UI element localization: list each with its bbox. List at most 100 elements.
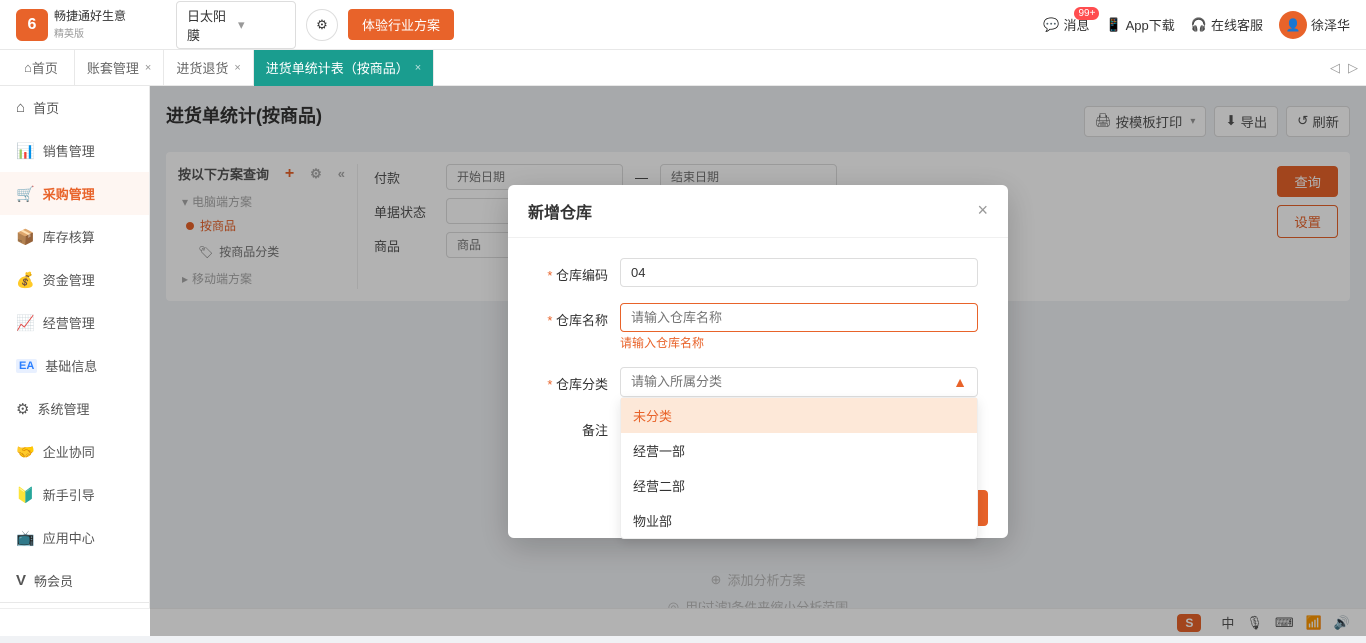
logo-text-block: 畅捷通好生意 精英版 (54, 9, 126, 40)
sidebar-home-label: 首页 (33, 98, 59, 117)
tab-purchase-return-label: 进货退货 (176, 58, 228, 77)
tab-prev-icon[interactable]: ◁ (1330, 60, 1340, 76)
sidebar-guide-label: 新手引导 (43, 485, 95, 504)
sidebar-item-purchase[interactable]: 🛒 采购管理 (0, 172, 149, 215)
user-avatar: 👤 (1279, 11, 1307, 39)
dropdown-item-ops1[interactable]: 经营一部 (621, 433, 977, 468)
finance-icon: 💰 (16, 271, 35, 289)
store-dropdown-icon (238, 17, 285, 33)
logo-area: 6 畅捷通好生意 精英版 (16, 9, 166, 41)
message-badge: 99+ (1074, 7, 1099, 20)
phone-icon: 📱 (1105, 17, 1121, 33)
sidebar-system-label: 系统管理 (37, 399, 89, 418)
warehouse-name-input[interactable] (620, 303, 978, 332)
basic-info-icon: EA (16, 359, 37, 373)
operations-icon: 📈 (16, 314, 35, 332)
settings-button[interactable]: ⚙ (306, 9, 338, 41)
note-label: 备注 (538, 413, 608, 439)
dropdown-item-ops2[interactable]: 经营二部 (621, 468, 977, 503)
top-header: 6 畅捷通好生意 精英版 日太阳膜 ⚙ 体验行业方案 💬 消息 99+ 📱 Ap… (0, 0, 1366, 50)
sidebar-item-sales[interactable]: 📊 销售管理 (0, 129, 149, 172)
headset-icon: 🎧 (1191, 17, 1207, 33)
sidebar-app-center-label: 应用中心 (43, 528, 95, 547)
category-input[interactable] (631, 374, 953, 389)
sidebar-item-member[interactable]: V 畅会员 (0, 559, 149, 602)
tab-purchase-return[interactable]: 进货退货 × (164, 50, 253, 86)
category-input-wrap[interactable]: ▲ (620, 367, 978, 397)
enterprise-icon: 🤝 (16, 443, 35, 461)
sales-icon: 📊 (16, 142, 35, 160)
category-field-wrap: ▲ 未分类 经营一部 经营二部 物业部 (620, 367, 978, 397)
name-error-tip: 请输入仓库名称 (620, 334, 978, 351)
tab-accounts[interactable]: 账套管理 × (75, 50, 164, 86)
app-name: 畅捷通好生意 (54, 9, 126, 25)
sidebar-item-home[interactable]: ⌂ 首页 (0, 86, 149, 129)
sidebar-item-basic-info[interactable]: EA 基础信息 (0, 344, 149, 387)
gear-icon: ⚙ (316, 17, 328, 33)
dialog-title: 新增仓库 (528, 199, 592, 223)
sidebar-finance-label: 资金管理 (43, 270, 95, 289)
content-area: 进货单统计(按商品) 🖨 按模板打印 ⬇ 导出 ↺ 刷新 (150, 86, 1366, 636)
avatar-icon: 👤 (1286, 18, 1301, 32)
sidebar-item-enterprise[interactable]: 🤝 企业协同 (0, 430, 149, 473)
new-warehouse-dialog: 新增仓库 × 仓库编码 仓库名称 (508, 185, 1008, 538)
sidebar-item-app-center[interactable]: 📺 应用中心 (0, 516, 149, 559)
header-right: 💬 消息 99+ 📱 App下载 🎧 在线客服 👤 徐泽华 (1043, 11, 1350, 39)
sidebar-purchase-label: 采购管理 (43, 184, 95, 203)
modal-overlay: 新增仓库 × 仓库编码 仓库名称 (150, 86, 1366, 636)
sidebar-item-guide[interactable]: 🔰 新手引导 (0, 473, 149, 516)
trial-button[interactable]: 体验行业方案 (348, 9, 454, 40)
messages-button[interactable]: 💬 消息 99+ (1043, 15, 1089, 34)
tab-next-icon[interactable]: ▷ (1348, 60, 1358, 76)
dropdown-item-property[interactable]: 物业部 (621, 503, 977, 538)
user-menu[interactable]: 👤 徐泽华 (1279, 11, 1350, 39)
tab-close-accounts[interactable]: × (145, 62, 151, 74)
app-download-button[interactable]: 📱 App下载 (1105, 15, 1174, 34)
guide-icon: 🔰 (16, 486, 35, 504)
form-row-code: 仓库编码 (538, 258, 978, 287)
sidebar-operations-label: 经营管理 (43, 313, 95, 332)
inventory-icon: 📦 (16, 228, 35, 246)
warehouse-code-input[interactable] (620, 258, 978, 287)
sidebar-item-operations[interactable]: 📈 经营管理 (0, 301, 149, 344)
app-center-icon: 📺 (16, 529, 35, 547)
sidebar-basic-info-label: 基础信息 (45, 356, 97, 375)
purchase-icon: 🛒 (16, 185, 35, 203)
tab-home-label: 首页 (32, 58, 58, 77)
store-name: 日太阳膜 (187, 6, 234, 44)
store-selector[interactable]: 日太阳膜 (176, 1, 296, 49)
message-icon: 💬 (1043, 17, 1059, 33)
online-service-label: 在线客服 (1211, 15, 1263, 34)
sidebar-sales-label: 销售管理 (43, 141, 95, 160)
tab-home[interactable]: ⌂ 首页 (8, 50, 75, 86)
tab-purchase-stat[interactable]: 进货单统计表（按商品） × (254, 50, 434, 86)
online-service-button[interactable]: 🎧 在线客服 (1191, 15, 1263, 34)
home-icon: ⌂ (24, 60, 32, 75)
dialog-header: 新增仓库 × (508, 185, 1008, 238)
system-icon: ⚙ (16, 400, 29, 418)
name-label: 仓库名称 (538, 303, 608, 329)
sidebar-item-finance[interactable]: 💰 资金管理 (0, 258, 149, 301)
tab-close-stat[interactable]: × (415, 62, 421, 74)
sidebar-item-system[interactable]: ⚙ 系统管理 (0, 387, 149, 430)
category-dropdown: 未分类 经营一部 经营二部 物业部 (620, 397, 978, 539)
tab-purchase-stat-label: 进货单统计表（按商品） (266, 58, 409, 77)
dropdown-item-uncategorized[interactable]: 未分类 (621, 398, 977, 433)
tab-bar-right: ◁ ▷ (1330, 60, 1358, 76)
form-row-category: 仓库分类 ▲ 未分类 经营一部 经营二部 物业部 (538, 367, 978, 397)
dialog-body: 仓库编码 仓库名称 请输入仓库名称 (508, 238, 1008, 478)
category-toggle-icon[interactable]: ▲ (953, 374, 967, 390)
tab-bar: ⌂ 首页 账套管理 × 进货退货 × 进货单统计表（按商品） × ◁ ▷ (0, 50, 1366, 86)
app-download-label: App下载 (1126, 15, 1175, 34)
category-label: 仓库分类 (538, 367, 608, 393)
tab-close-return[interactable]: × (234, 62, 240, 74)
home-sidebar-icon: ⌂ (16, 99, 25, 116)
sidebar-item-inventory[interactable]: 📦 库存核算 (0, 215, 149, 258)
logo-icon: 6 (16, 9, 48, 41)
code-label: 仓库编码 (538, 258, 608, 284)
dialog-close-button[interactable]: × (977, 200, 988, 221)
tab-accounts-label: 账套管理 (87, 58, 139, 77)
form-row-name: 仓库名称 请输入仓库名称 (538, 303, 978, 351)
name-field-wrap: 请输入仓库名称 (620, 303, 978, 351)
sidebar-inventory-label: 库存核算 (43, 227, 95, 246)
